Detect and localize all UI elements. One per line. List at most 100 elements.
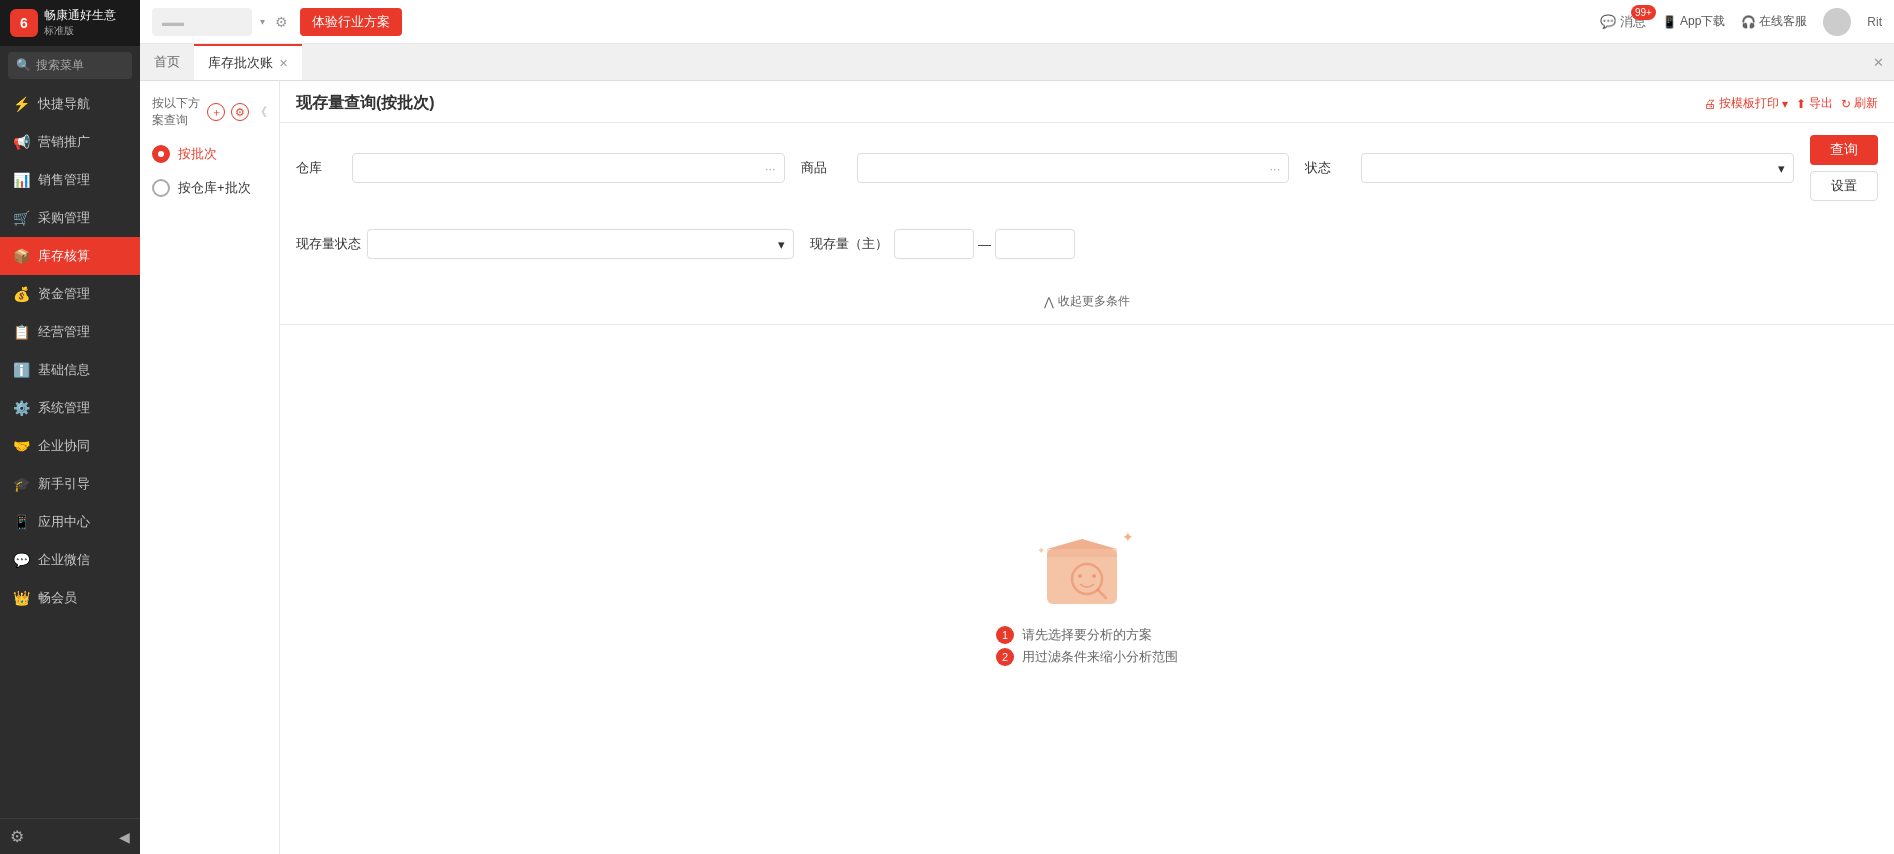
status-select[interactable]: ▾ (1361, 153, 1794, 183)
messages-btn[interactable]: 💬 消息 99+ (1600, 13, 1646, 31)
qty-range: — (894, 229, 1308, 259)
filter-item-label: 按批次 (178, 145, 217, 163)
stock-status-dropdown-icon: ▾ (778, 237, 785, 252)
sidebar-item-label: 新手引导 (38, 475, 90, 493)
tab-close-icon[interactable]: ✕ (279, 57, 288, 70)
tab-home-label: 首页 (154, 53, 180, 71)
status-dropdown-icon: ▾ (1778, 161, 1785, 176)
sidebar-item-finance[interactable]: 💰 资金管理 (0, 275, 140, 313)
collapse-more-label: 收起更多条件 (1058, 293, 1130, 310)
sidebar-item-new-guide[interactable]: 🎓 新手引导 (0, 465, 140, 503)
inventory-icon: 📦 (12, 247, 30, 265)
app-info: 畅康通好生意 标准版 (44, 8, 116, 38)
refresh-icon: ↻ (1841, 97, 1851, 111)
sidebar-item-label: 企业微信 (38, 551, 90, 569)
sidebar-item-quick-nav[interactable]: ⚡ 快捷导航 (0, 85, 140, 123)
filter-collapse-arrow[interactable]: 《 (255, 104, 267, 121)
hint-1-text: 请先选择要分析的方案 (1022, 626, 1152, 644)
sidebar-item-enterprise-wechat[interactable]: 💬 企业微信 (0, 541, 140, 579)
tab-home[interactable]: 首页 (140, 45, 194, 79)
tab-batch-ledger[interactable]: 库存批次账 ✕ (194, 44, 302, 80)
tab-panel-close-btn[interactable]: ✕ (1863, 55, 1894, 70)
sidebar-item-member[interactable]: 👑 畅会员 (0, 579, 140, 617)
page-header-actions: 🖨 按模板打印 ▾ ⬆ 导出 ↻ 刷新 (1704, 95, 1878, 112)
sidebar-item-enterprise[interactable]: 🤝 企业协同 (0, 427, 140, 465)
collapse-sidebar-icon[interactable]: ◀ (119, 829, 130, 845)
sidebar-item-purchase[interactable]: 🛒 采购管理 (0, 199, 140, 237)
sidebar-item-inventory[interactable]: 📦 库存核算 (0, 237, 140, 275)
sidebar-item-operations[interactable]: 📋 经营管理 (0, 313, 140, 351)
filter-item-label: 按仓库+批次 (178, 179, 251, 197)
export-icon: ⬆ (1796, 97, 1806, 111)
refresh-label: 刷新 (1854, 95, 1878, 112)
qty-min-input[interactable] (894, 229, 974, 259)
empty-icon-svg: ✦ ✦ (1032, 524, 1142, 614)
sidebar-item-label: 营销推广 (38, 133, 90, 151)
status-label: 状态 (1305, 159, 1355, 177)
search-conditions: 仓库 ··· 商品 ··· 状态 (280, 123, 1894, 325)
svg-text:✦: ✦ (1122, 529, 1134, 545)
app-sub-label: 标准版 (44, 24, 116, 38)
search-icon: 🔍 (16, 58, 31, 72)
search-btn[interactable]: 查询 (1810, 135, 1878, 165)
sidebar-item-label: 系统管理 (38, 399, 90, 417)
export-btn[interactable]: ⬆ 导出 (1796, 95, 1833, 112)
topbar: ▬▬ ▾ ⚙ 体验行业方案 💬 消息 99+ 📱 App下载 🎧 在线客服 Ri… (140, 0, 1894, 44)
sidebar-item-sales[interactable]: 📊 销售管理 (0, 161, 140, 199)
hint-1-num: 1 (996, 626, 1014, 644)
stock-status-select[interactable]: ▾ (367, 229, 794, 259)
print-icon: 🖨 (1704, 97, 1716, 111)
print-dropdown-icon: ▾ (1782, 97, 1788, 111)
refresh-btn[interactable]: ↻ 刷新 (1841, 95, 1878, 112)
trial-btn[interactable]: 体验行业方案 (300, 8, 402, 36)
settings-icon[interactable]: ⚙ (10, 827, 24, 846)
collapse-more-btn[interactable]: ⋀ 收起更多条件 (296, 287, 1878, 312)
filter-item-by-warehouse-batch[interactable]: 按仓库+批次 (140, 171, 279, 205)
empty-hint-1: 1 请先选择要分析的方案 (996, 626, 1178, 644)
filter-dot-active (152, 145, 170, 163)
sidebar-item-label: 快捷导航 (38, 95, 90, 113)
filter-item-by-batch[interactable]: 按批次 (140, 137, 279, 171)
qty-max-input[interactable] (995, 229, 1075, 259)
topbar-gear-icon[interactable]: ⚙ (275, 14, 288, 30)
sidebar-search[interactable]: 🔍 搜索菜单 (8, 52, 132, 79)
product-dots: ··· (1270, 161, 1281, 176)
empty-hints: 1 请先选择要分析的方案 2 用过滤条件来缩小分析范围 (996, 626, 1178, 666)
online-service-label: 在线客服 (1759, 13, 1807, 30)
product-input[interactable]: ··· (857, 153, 1290, 183)
sidebar-item-system[interactable]: ⚙️ 系统管理 (0, 389, 140, 427)
filter-dot-inactive (152, 179, 170, 197)
topbar-dropdown-icon[interactable]: ▾ (260, 16, 265, 27)
empty-hint-2: 2 用过滤条件来缩小分析范围 (996, 648, 1178, 666)
message-icon: 💬 (1600, 14, 1616, 29)
warehouse-input[interactable]: ··· (352, 153, 785, 183)
avatar[interactable] (1823, 8, 1851, 36)
online-service-btn[interactable]: 🎧 在线客服 (1741, 13, 1807, 30)
hint-2-text: 用过滤条件来缩小分析范围 (1022, 648, 1178, 666)
sidebar-item-app-center[interactable]: 📱 应用中心 (0, 503, 140, 541)
sidebar-item-label: 经营管理 (38, 323, 90, 341)
filter-panel-title-text: 按以下方案查询 (152, 95, 207, 129)
stock-qty-label: 现存量（主） (810, 235, 888, 253)
settings-btn[interactable]: 设置 (1810, 171, 1878, 201)
svg-rect-0 (1047, 549, 1117, 604)
stock-qty-condition: 现存量（主） — (810, 229, 1308, 259)
product-condition: 商品 ··· (801, 153, 1290, 183)
system-icon: ⚙️ (12, 399, 30, 417)
page-header: 现存量查询(按批次) 🖨 按模板打印 ▾ ⬆ 导出 ↻ 刷新 (280, 81, 1894, 123)
product-label: 商品 (801, 159, 851, 177)
sales-icon: 📊 (12, 171, 30, 189)
sidebar-nav: ⚡ 快捷导航 📢 营销推广 📊 销售管理 🛒 采购管理 📦 库存核算 💰 资金管… (0, 85, 140, 818)
topbar-search-box[interactable]: ▬▬ (152, 8, 252, 36)
sidebar-footer: ⚙ ◀ (0, 818, 140, 854)
main: ▬▬ ▾ ⚙ 体验行业方案 💬 消息 99+ 📱 App下载 🎧 在线客服 Ri… (140, 0, 1894, 854)
sidebar-item-marketing[interactable]: 📢 营销推广 (0, 123, 140, 161)
filter-add-icon[interactable]: ＋ (207, 103, 225, 121)
filter-gear-icon[interactable]: ⚙ (231, 103, 249, 121)
print-btn[interactable]: 🖨 按模板打印 ▾ (1704, 95, 1788, 112)
svg-rect-1 (1047, 549, 1117, 557)
app-download-btn[interactable]: 📱 App下载 (1662, 13, 1725, 30)
sidebar-item-label: 基础信息 (38, 361, 90, 379)
user-name[interactable]: Rit (1867, 15, 1882, 29)
sidebar-item-basic-info[interactable]: ℹ️ 基础信息 (0, 351, 140, 389)
